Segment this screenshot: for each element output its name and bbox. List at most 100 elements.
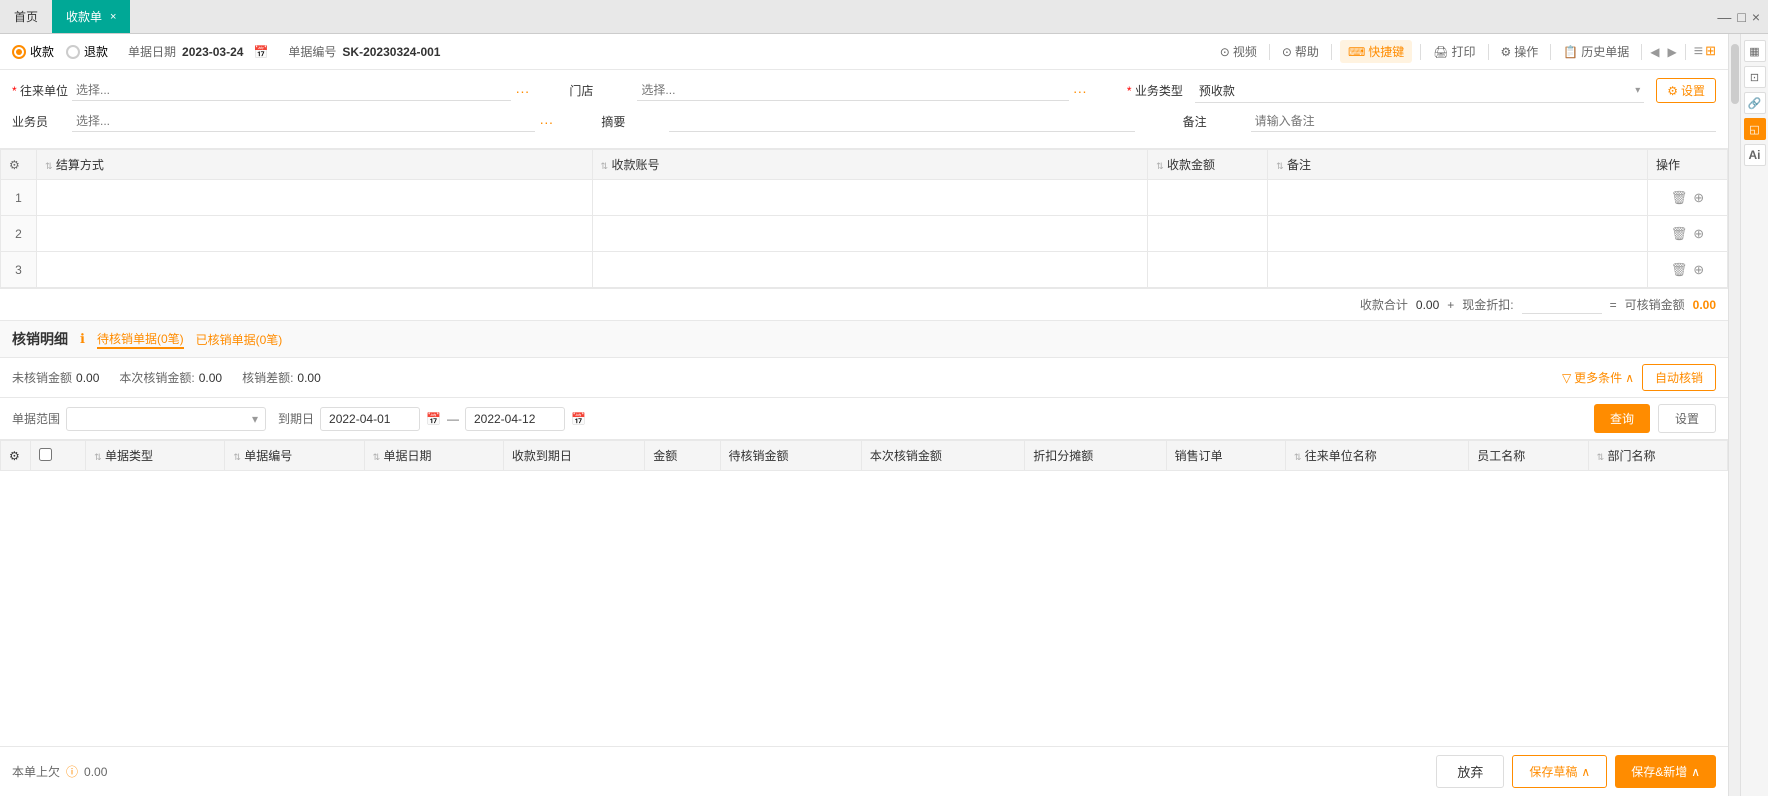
amount-sort-icon[interactable]: ⇅ <box>1156 161 1164 171</box>
receipt-radio[interactable]: 收款 <box>12 43 54 60</box>
date-to-icon[interactable]: 📅 <box>571 412 586 426</box>
abandon-btn[interactable]: 放弃 <box>1436 755 1504 788</box>
right-panel-btn-1[interactable]: ▦ <box>1744 40 1766 62</box>
minimize-icon[interactable]: — <box>1717 9 1731 25</box>
settings-btn[interactable]: ⚙ 设置 <box>1656 78 1716 103</box>
col-dept: ⇅ 部门名称 <box>1588 441 1727 471</box>
date-from-icon[interactable]: 📅 <box>426 412 441 426</box>
refund-radio[interactable]: 退款 <box>66 43 108 60</box>
help-icon: ⊙ <box>1282 45 1292 59</box>
verification-info-icon[interactable]: ℹ <box>80 331 85 347</box>
save-new-btn[interactable]: 保存&新增 ∧ <box>1615 755 1716 788</box>
right-panel-btn-2[interactable]: ⊡ <box>1744 66 1766 88</box>
tab-receipt-close[interactable]: × <box>110 11 116 23</box>
refund-label: 退款 <box>84 43 108 60</box>
draft-btn[interactable]: 保存草稿 ∧ <box>1512 755 1607 788</box>
tab-receipt[interactable]: 收款单 × <box>52 0 130 33</box>
account-no-3[interactable] <box>592 252 1148 288</box>
account-no-2[interactable] <box>592 216 1148 252</box>
range-select-wrapper <box>66 407 266 431</box>
partner-input[interactable] <box>72 80 511 101</box>
layout-grid-icon[interactable]: ⊞ <box>1705 43 1716 61</box>
scrollbar[interactable] <box>1728 34 1740 796</box>
copy-row-3-icon[interactable]: ⊕ <box>1693 262 1704 278</box>
note-2[interactable] <box>1268 216 1648 252</box>
business-type-select[interactable]: 预收款 ▾ <box>1195 79 1644 103</box>
date-calendar-icon[interactable]: 📅 <box>253 45 268 59</box>
table-gear-icon[interactable]: ⚙ <box>9 158 20 172</box>
date-to-input[interactable] <box>465 407 565 431</box>
doc-num-sort[interactable]: ⇅ <box>233 452 241 462</box>
tab-home[interactable]: 首页 <box>0 0 52 33</box>
draft-chevron[interactable]: ∧ <box>1581 765 1590 779</box>
info-label: 本单上欠 <box>12 763 60 780</box>
sort-icon[interactable]: ⇅ <box>45 161 53 171</box>
dept-sort[interactable]: ⇅ <box>1597 452 1605 462</box>
settle-method-2[interactable] <box>37 216 593 252</box>
delete-row-1-icon[interactable]: 🗑 <box>1671 190 1688 206</box>
range-select[interactable] <box>66 407 266 431</box>
prev-icon[interactable]: ◀ <box>1650 45 1659 59</box>
info-icon[interactable]: ⓘ <box>66 763 78 780</box>
note-sort-icon[interactable]: ⇅ <box>1276 161 1284 171</box>
select-all-checkbox[interactable] <box>39 448 52 461</box>
doc-type-sort[interactable]: ⇅ <box>94 452 102 462</box>
note-input[interactable] <box>1251 111 1716 132</box>
pending-tab[interactable]: 待核销单据(0笔) <box>97 330 184 349</box>
col-doc-type: ⇅ 单据类型 <box>86 441 225 471</box>
scroll-thumb[interactable] <box>1731 44 1739 104</box>
amount-1[interactable] <box>1148 180 1268 216</box>
amount-3[interactable] <box>1148 252 1268 288</box>
staff-input[interactable] <box>72 111 535 132</box>
discount-input[interactable] <box>1522 295 1602 314</box>
maximize-icon[interactable]: □ <box>1737 9 1745 25</box>
close-window-icon[interactable]: × <box>1752 9 1760 25</box>
col-gear[interactable]: ⚙ <box>1 150 37 180</box>
account-sort-icon[interactable]: ⇅ <box>601 161 609 171</box>
summary-input[interactable] <box>669 111 1134 132</box>
draft-label: 保存草稿 <box>1529 763 1577 780</box>
date-from-input[interactable] <box>320 407 420 431</box>
shortcut-icon: ⌨ <box>1348 45 1365 59</box>
right-panel-btn-4[interactable]: ◱ <box>1744 118 1766 140</box>
auto-offset-btn[interactable]: 自动核销 <box>1642 364 1716 391</box>
staff-label: 业务员 <box>12 113 72 130</box>
note-3[interactable] <box>1268 252 1648 288</box>
bottom-actions: 放弃 保存草稿 ∧ 保存&新增 ∧ <box>1436 755 1716 788</box>
print-btn[interactable]: 🖨 打印 <box>1429 43 1479 60</box>
account-no-1[interactable] <box>592 180 1148 216</box>
shop-input[interactable] <box>637 80 1068 101</box>
doc-date-sort[interactable]: ⇅ <box>373 452 381 462</box>
delete-row-3-icon[interactable]: 🗑 <box>1671 262 1688 278</box>
copy-row-2-icon[interactable]: ⊕ <box>1693 226 1704 242</box>
filter-settings-btn[interactable]: 设置 <box>1658 404 1716 433</box>
copy-row-1-icon[interactable]: ⊕ <box>1693 190 1704 206</box>
next-icon[interactable]: ▶ <box>1668 45 1677 59</box>
history-icon: 📋 <box>1563 45 1578 59</box>
layout-list-icon[interactable]: ≡ <box>1694 43 1703 61</box>
stats-right: ▽ 更多条件 ∧ 自动核销 <box>1562 364 1716 391</box>
delete-row-2-icon[interactable]: 🗑 <box>1671 226 1688 242</box>
partner-dots-btn[interactable]: ··· <box>515 83 529 99</box>
staff-dots-btn[interactable]: ··· <box>539 114 553 130</box>
history-btn[interactable]: 📋 历史单据 <box>1559 43 1633 60</box>
more-conditions-btn[interactable]: ▽ 更多条件 ∧ <box>1562 369 1634 386</box>
shop-dots-btn[interactable]: ··· <box>1073 83 1087 99</box>
ops-2: 🗑 ⊕ <box>1648 216 1728 252</box>
ai-btn[interactable]: Ai <box>1744 144 1766 166</box>
partner-sort[interactable]: ⇅ <box>1294 452 1302 462</box>
operation-btn[interactable]: ⚙ 操作 <box>1497 43 1543 60</box>
done-tab[interactable]: 已核销单据(0笔) <box>196 331 283 348</box>
table-gear-2-icon[interactable]: ⚙ <box>9 449 20 463</box>
right-panel-btn-3[interactable]: 🔗 <box>1744 92 1766 114</box>
save-new-chevron[interactable]: ∧ <box>1691 765 1700 779</box>
amount-2[interactable] <box>1148 216 1268 252</box>
number-label: 单据编号 <box>288 43 336 60</box>
query-btn[interactable]: 查询 <box>1594 404 1650 433</box>
shortcut-btn[interactable]: ⌨ 快捷键 <box>1340 40 1412 63</box>
settle-method-3[interactable] <box>37 252 593 288</box>
help-btn[interactable]: ⊙ 帮助 <box>1278 43 1323 60</box>
note-1[interactable] <box>1268 180 1648 216</box>
video-btn[interactable]: ⊙ 视频 <box>1216 43 1261 60</box>
settle-method-1[interactable] <box>37 180 593 216</box>
